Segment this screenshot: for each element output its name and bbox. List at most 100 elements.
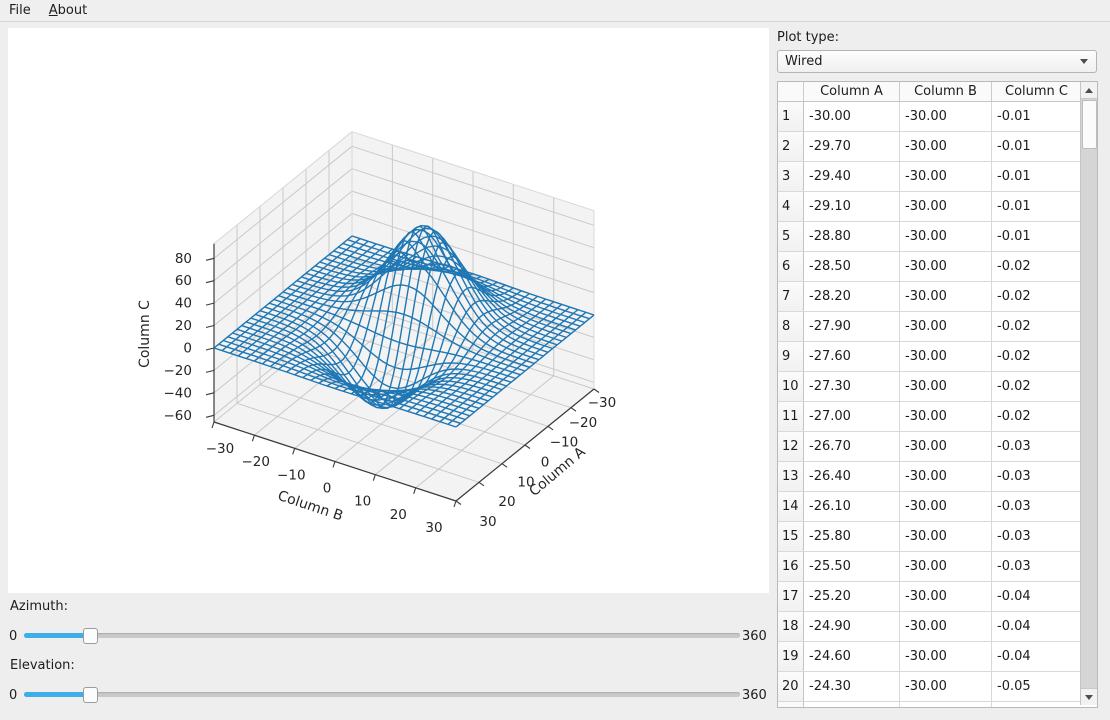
row-number-cell[interactable]: 13 [778,462,804,491]
table-row[interactable]: 8-27.90-30.00-0.02 [778,312,1081,342]
table-row[interactable]: 1-30.00-30.00-0.01 [778,102,1081,132]
row-number-cell[interactable]: 9 [778,342,804,371]
row-number-cell[interactable]: 17 [778,582,804,611]
cell-column-b[interactable]: -30.00 [900,102,992,131]
row-number-cell[interactable]: 3 [778,162,804,191]
row-number-cell[interactable]: 8 [778,312,804,341]
cell-column-a[interactable]: -27.00 [804,402,900,431]
cell-column-c[interactable]: -0.03 [992,492,1081,521]
cell-column-b[interactable]: -30.00 [900,342,992,371]
table-row[interactable]: 3-29.40-30.00-0.01 [778,162,1081,192]
table-row[interactable]: 14-26.10-30.00-0.03 [778,492,1081,522]
cell-column-a[interactable]: -30.00 [804,102,900,131]
cell-column-a[interactable]: -27.90 [804,312,900,341]
table-row[interactable]: 13-26.40-30.00-0.03 [778,462,1081,492]
cell-column-a[interactable]: -29.40 [804,162,900,191]
cell-column-a[interactable]: -29.10 [804,192,900,221]
row-number-cell[interactable]: 11 [778,402,804,431]
row-number-cell[interactable]: 7 [778,282,804,311]
cell-column-c[interactable]: -0.05 [992,672,1081,701]
cell-column-a[interactable]: -25.50 [804,552,900,581]
cell-column-c[interactable]: -0.02 [992,372,1081,401]
cell-column-a[interactable]: -24.30 [804,672,900,701]
cell-column-a[interactable]: -28.80 [804,222,900,251]
cell-column-b[interactable]: -30.00 [900,552,992,581]
cell-column-c[interactable]: -0.01 [992,192,1081,221]
menu-about[interactable]: About [40,2,96,19]
cell-column-c[interactable]: -0.01 [992,222,1081,251]
elevation-slider-handle[interactable] [83,687,98,703]
cell-column-a[interactable]: -28.50 [804,252,900,281]
table-row[interactable]: 4-29.10-30.00-0.01 [778,192,1081,222]
cell-column-a[interactable]: -26.40 [804,462,900,491]
cell-column-a[interactable]: -26.70 [804,432,900,461]
cell-column-b[interactable]: -30.00 [900,312,992,341]
table-row[interactable]: 19-24.60-30.00-0.04 [778,642,1081,672]
cell-column-b[interactable]: -30.00 [900,462,992,491]
cell-column-b[interactable]: -30.00 [900,192,992,221]
cell-column-c[interactable]: -0.02 [992,252,1081,281]
row-number-cell[interactable]: 18 [778,612,804,641]
cell-column-a[interactable]: -24.90 [804,612,900,641]
cell-column-c[interactable]: -0.03 [992,432,1081,461]
cell-column-b[interactable]: -30.00 [900,222,992,251]
cell-column-c[interactable]: -0.04 [992,642,1081,671]
cell-column-c[interactable]: -0.04 [992,612,1081,641]
cell-column-a[interactable]: -27.30 [804,372,900,401]
row-number-cell[interactable]: 19 [778,642,804,671]
cell-column-c[interactable]: -0.02 [992,402,1081,431]
cell-column-b[interactable]: -30.00 [900,582,992,611]
row-number-cell[interactable]: 4 [778,192,804,221]
azimuth-slider[interactable] [24,633,740,638]
cell-column-b[interactable]: -30.00 [900,162,992,191]
cell-column-c[interactable]: -0.03 [992,462,1081,491]
row-number-cell[interactable]: 5 [778,222,804,251]
cell-column-b[interactable]: -30.00 [900,492,992,521]
table-row[interactable]: 20-24.30-30.00-0.05 [778,672,1081,702]
cell-column-b[interactable] [900,702,992,708]
scrollbar-down-button[interactable] [1081,688,1097,705]
elevation-slider[interactable] [24,692,740,697]
table-row[interactable]: 10-27.30-30.00-0.02 [778,372,1081,402]
row-number-cell[interactable]: 2 [778,132,804,161]
plot-type-combobox[interactable]: Wired [777,50,1097,73]
table-row[interactable]: 18-24.90-30.00-0.04 [778,612,1081,642]
cell-column-b[interactable]: -30.00 [900,372,992,401]
cell-column-a[interactable]: -27.60 [804,342,900,371]
row-number-cell[interactable]: 6 [778,252,804,281]
cell-column-c[interactable]: -0.04 [992,582,1081,611]
table-row[interactable]: 16-25.50-30.00-0.03 [778,552,1081,582]
table-row[interactable]: 6-28.50-30.00-0.02 [778,252,1081,282]
cell-column-b[interactable]: -30.00 [900,672,992,701]
cell-column-c[interactable]: -0.01 [992,132,1081,161]
azimuth-slider-handle[interactable] [83,628,98,644]
scrollbar-thumb[interactable] [1082,100,1097,149]
cell-column-c[interactable]: -0.03 [992,552,1081,581]
cell-column-b[interactable]: -30.00 [900,402,992,431]
cell-column-a[interactable]: -24.60 [804,642,900,671]
row-number-cell[interactable]: 10 [778,372,804,401]
table-row[interactable]: 12-26.70-30.00-0.03 [778,432,1081,462]
cell-column-a[interactable]: -26.10 [804,492,900,521]
table-row[interactable]: 15-25.80-30.00-0.03 [778,522,1081,552]
cell-column-b[interactable]: -30.00 [900,432,992,461]
cell-column-a[interactable]: -29.70 [804,132,900,161]
cell-column-c[interactable]: -0.01 [992,102,1081,131]
table-header-column-b[interactable]: Column B [900,82,992,101]
cell-column-c[interactable] [992,702,1081,708]
row-number-cell[interactable]: 21 [778,702,804,708]
cell-column-a[interactable] [804,702,900,708]
row-number-cell[interactable]: 12 [778,432,804,461]
row-number-cell[interactable]: 15 [778,522,804,551]
table-row[interactable]: 11-27.00-30.00-0.02 [778,402,1081,432]
table-row[interactable]: 2-29.70-30.00-0.01 [778,132,1081,162]
row-number-cell[interactable]: 1 [778,102,804,131]
table-row[interactable]: 5-28.80-30.00-0.01 [778,222,1081,252]
cell-column-c[interactable]: -0.02 [992,282,1081,311]
cell-column-a[interactable]: -25.80 [804,522,900,551]
cell-column-b[interactable]: -30.00 [900,282,992,311]
cell-column-a[interactable]: -25.20 [804,582,900,611]
table-row[interactable]: 7-28.20-30.00-0.02 [778,282,1081,312]
row-number-cell[interactable]: 14 [778,492,804,521]
cell-column-a[interactable]: -28.20 [804,282,900,311]
